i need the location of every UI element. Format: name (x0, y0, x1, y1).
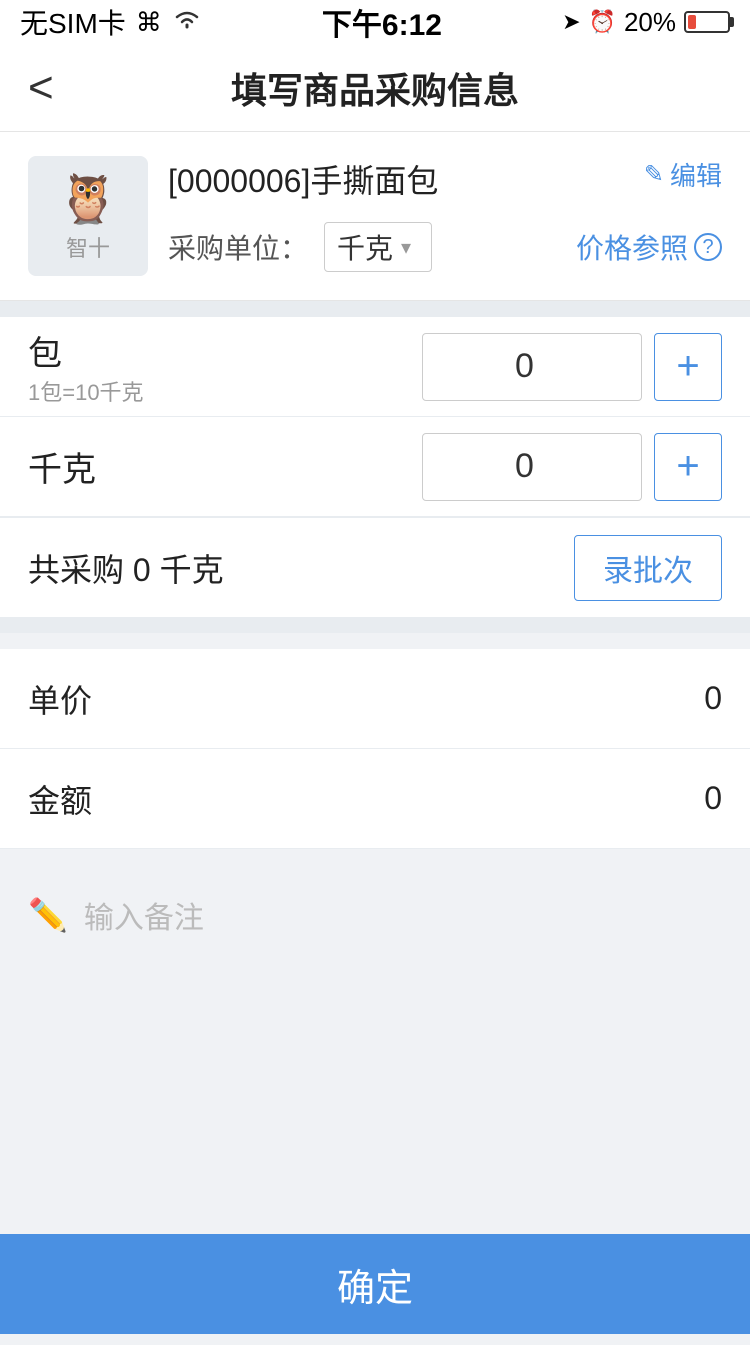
section-divider-2 (0, 617, 750, 633)
package-sublabel: 1包=10千克 (28, 375, 148, 407)
bottom-spacer (0, 965, 750, 1245)
purchase-unit-row: 采购单位： 千克 ▾ 价格参照 ? (168, 222, 722, 272)
kg-quantity-input[interactable] (422, 433, 642, 501)
unit-price-label: 单价 (28, 676, 92, 722)
edit-button[interactable]: ✎ 编辑 (644, 156, 722, 193)
chevron-down-icon: ▾ (401, 235, 411, 260)
price-ref-button[interactable]: 价格参照 ? (576, 227, 722, 267)
edit-label: 编辑 (670, 156, 722, 193)
status-left: 无SIM卡 ⌘ (20, 2, 202, 42)
notes-placeholder: 输入备注 (84, 893, 204, 937)
wifi-signal (172, 6, 202, 38)
product-section: 🦉 智十 [0000006]手撕面包 ✎ 编辑 采购单位： 千克 ▾ 价格参照 (0, 132, 750, 301)
product-name: [0000006]手撕面包 (168, 156, 438, 202)
status-right: ➤ ⏰ 20% (562, 7, 730, 38)
unit-label: 采购单位： (168, 227, 308, 267)
battery-icon (684, 11, 730, 33)
alarm-icon: ⏰ (589, 9, 616, 35)
summary-row: 共采购 0 千克 录批次 (0, 517, 750, 617)
input-section: 包 1包=10千克 + 千克 + 共采购 0 千克 录批次 (0, 317, 750, 617)
kg-label: 千克 (28, 442, 148, 491)
carrier-label: 无SIM卡 (20, 2, 126, 42)
unit-price-row: 单价 0 (0, 649, 750, 749)
product-logo-icon: 🦉 (58, 170, 118, 227)
summary-text: 共采购 0 千克 (28, 545, 224, 591)
amount-label: 金额 (28, 776, 92, 822)
status-bar: 无SIM卡 ⌘ 下午6:12 ➤ ⏰ 20% (0, 0, 750, 44)
amount-value: 0 (704, 780, 722, 817)
section-divider-1 (0, 301, 750, 317)
unit-value: 千克 (337, 227, 393, 267)
unit-select[interactable]: 千克 ▾ (324, 222, 432, 272)
back-button[interactable]: < (28, 66, 54, 110)
package-plus-button[interactable]: + (654, 333, 722, 401)
status-time: 下午6:12 (322, 0, 442, 44)
unit-price-value: 0 (704, 680, 722, 717)
product-logo-text: 智十 (66, 231, 110, 263)
record-batch-button[interactable]: 录批次 (574, 535, 722, 601)
nav-bar: < 填写商品采购信息 (0, 44, 750, 132)
wifi-icon: ⌘ (136, 7, 162, 38)
battery-pct: 20% (624, 7, 676, 38)
package-label: 包 1包=10千克 (28, 326, 148, 407)
package-row: 包 1包=10千克 + (0, 317, 750, 417)
package-quantity-input[interactable] (422, 333, 642, 401)
amount-row: 金额 0 (0, 749, 750, 849)
page-title: 填写商品采购信息 (231, 62, 519, 114)
product-image: 🦉 智十 (28, 156, 148, 276)
price-section: 单价 0 金额 0 (0, 649, 750, 849)
kg-row: 千克 + (0, 417, 750, 517)
location-icon: ➤ (562, 9, 580, 35)
product-name-row: [0000006]手撕面包 ✎ 编辑 (168, 156, 722, 202)
notes-section[interactable]: ✏️ 输入备注 (0, 865, 750, 965)
pencil-icon: ✏️ (28, 896, 68, 934)
price-ref-info-icon: ? (694, 233, 722, 261)
package-label-main: 包 (28, 326, 148, 375)
edit-icon: ✎ (644, 160, 664, 189)
confirm-button[interactable]: 确定 (0, 1234, 750, 1334)
kg-plus-button[interactable]: + (654, 433, 722, 501)
product-info: [0000006]手撕面包 ✎ 编辑 采购单位： 千克 ▾ 价格参照 ? (168, 156, 722, 272)
price-ref-label: 价格参照 (576, 227, 688, 267)
